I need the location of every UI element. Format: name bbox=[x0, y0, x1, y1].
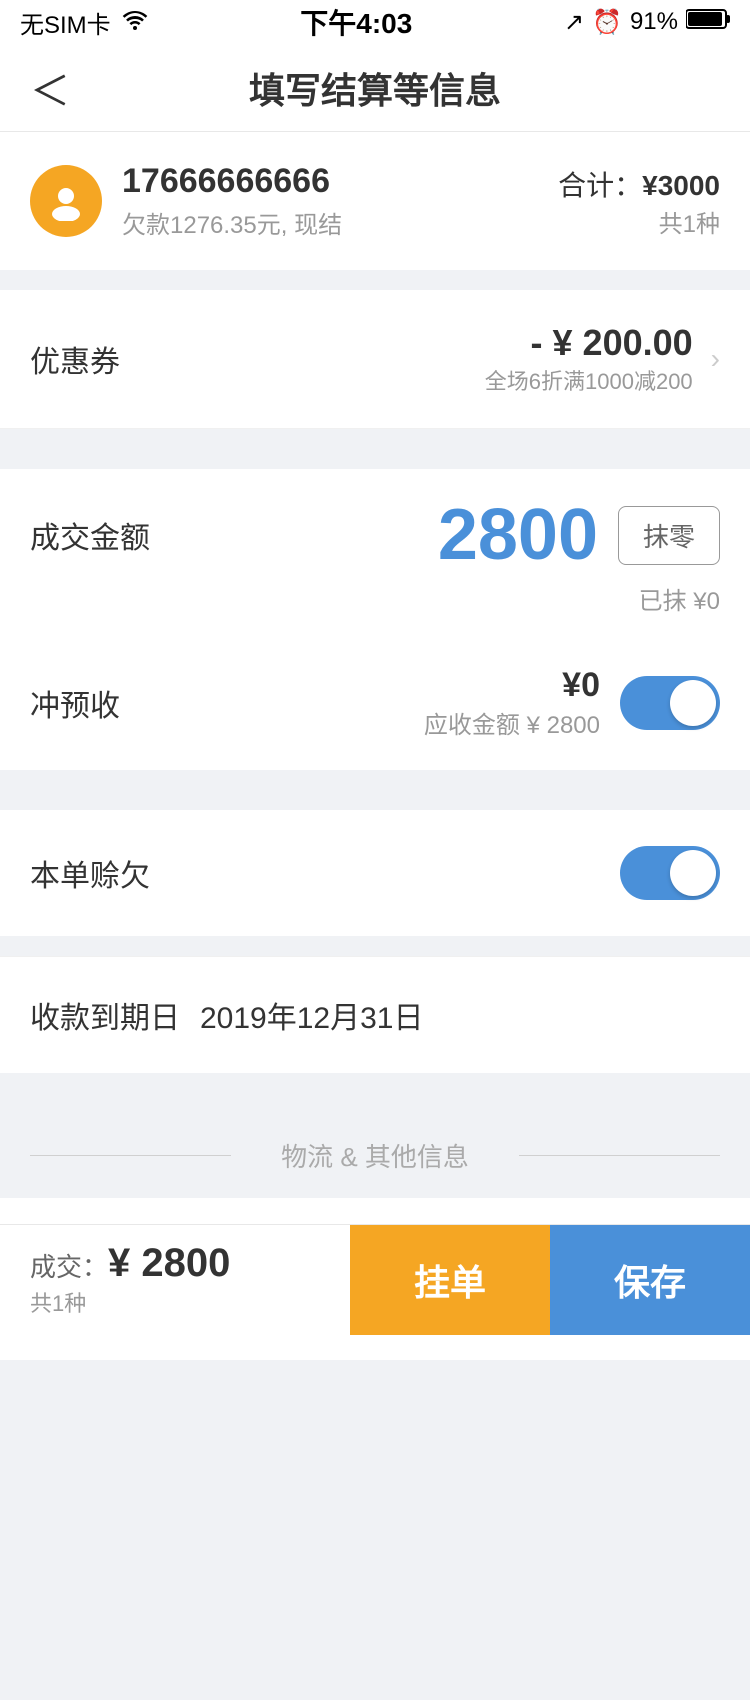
customer-total: 合计：¥3000 共1种 bbox=[558, 164, 720, 239]
page-title: 填写结算等信息 bbox=[249, 62, 501, 114]
toggle-knob-2 bbox=[670, 850, 716, 896]
separator-3 bbox=[0, 1093, 750, 1113]
logistics-divider: 物流 & 其他信息 bbox=[0, 1113, 750, 1198]
customer-left: 17666666666 欠款1276.35元, 现结 bbox=[30, 162, 342, 240]
coupon-row[interactable]: 优惠券 - ¥ 200.00 全场6折满1000减200 › bbox=[0, 290, 750, 429]
coupon-amount: - ¥ 200.00 bbox=[485, 322, 693, 364]
divider-line-left bbox=[30, 1155, 231, 1156]
credit-toggle[interactable] bbox=[620, 846, 720, 900]
location-icon: ↗ bbox=[564, 8, 584, 37]
prepaid-amount: ¥0 bbox=[424, 666, 600, 705]
status-bar: 无SIM卡 下午4:03 ↗ ⏰ 91% bbox=[0, 0, 750, 44]
bottom-deal-line: 成交：¥ 2800 bbox=[30, 1241, 320, 1286]
credit-label: 本单赊欠 bbox=[30, 851, 150, 895]
chevron-icon: › bbox=[711, 343, 720, 375]
status-time: 下午4:03 bbox=[300, 2, 412, 42]
total-amount: ¥3000 bbox=[642, 170, 720, 201]
back-button[interactable]: ＜ bbox=[30, 59, 70, 117]
bottom-count: 共1种 bbox=[30, 1286, 320, 1318]
divider-text: 物流 & 其他信息 bbox=[281, 1137, 469, 1174]
wifi-icon bbox=[121, 8, 149, 37]
separator-2 bbox=[0, 790, 750, 810]
alarm-icon: ⏰ bbox=[592, 8, 622, 37]
battery-icon bbox=[686, 8, 730, 37]
round-button[interactable]: 抹零 bbox=[618, 506, 720, 565]
customer-debt: 欠款1276.35元, 现结 bbox=[122, 205, 342, 240]
status-left: 无SIM卡 bbox=[20, 5, 149, 40]
prepaid-right: ¥0 应收金额 ¥ 2800 bbox=[424, 666, 720, 740]
prepaid-label: 冲预收 bbox=[30, 681, 120, 725]
deal-amount-row: 成交金额 2800 抹零 bbox=[30, 499, 720, 571]
prepaid-inner: 冲预收 ¥0 应收金额 ¥ 2800 bbox=[30, 666, 720, 740]
due-date-row: 收款到期日 2019年12月31日 bbox=[0, 956, 750, 1073]
total-label-wrap: 合计：¥3000 bbox=[558, 164, 720, 204]
deal-sub-label: 已抹 ¥0 bbox=[30, 581, 720, 616]
total-count: 共1种 bbox=[558, 204, 720, 239]
bottom-deal-label: 成交： bbox=[30, 1252, 108, 1282]
carrier-text: 无SIM卡 bbox=[20, 5, 111, 40]
coupon-desc: 全场6折满1000减200 bbox=[485, 364, 693, 396]
avatar bbox=[30, 165, 102, 237]
content-area: 17666666666 欠款1276.35元, 现结 合计：¥3000 共1种 … bbox=[0, 132, 750, 1700]
coupon-amount-wrap: - ¥ 200.00 全场6折满1000减200 bbox=[485, 322, 693, 396]
bottom-summary: 成交：¥ 2800 共1种 bbox=[0, 1241, 350, 1318]
due-date-label: 收款到期日 bbox=[30, 993, 180, 1037]
nav-bar: ＜ 填写结算等信息 bbox=[0, 44, 750, 132]
deal-amount-number[interactable]: 2800 bbox=[438, 499, 598, 571]
separator-1 bbox=[0, 449, 750, 469]
prepaid-section: 冲预收 ¥0 应收金额 ¥ 2800 bbox=[0, 646, 750, 770]
customer-row: 17666666666 欠款1276.35元, 现结 合计：¥3000 共1种 bbox=[0, 132, 750, 270]
prepaid-sub: 应收金额 ¥ 2800 bbox=[424, 705, 600, 740]
deal-amount-section: 成交金额 2800 抹零 已抹 ¥0 bbox=[0, 469, 750, 646]
coupon-section: 优惠券 - ¥ 200.00 全场6折满1000减200 › bbox=[0, 290, 750, 429]
credit-row: 本单赊欠 bbox=[0, 810, 750, 936]
customer-info: 17666666666 欠款1276.35元, 现结 bbox=[122, 162, 342, 240]
bottom-bar: 成交：¥ 2800 共1种 挂单 保存 bbox=[0, 1224, 750, 1334]
empty-space bbox=[0, 1380, 750, 1580]
deal-amount-wrap: 2800 抹零 bbox=[438, 499, 720, 571]
coupon-label: 优惠券 bbox=[30, 337, 120, 381]
prepaid-amount-wrap: ¥0 应收金额 ¥ 2800 bbox=[424, 666, 600, 740]
hold-button[interactable]: 挂单 bbox=[350, 1225, 550, 1335]
save-button[interactable]: 保存 bbox=[550, 1225, 750, 1335]
due-date-value: 2019年12月31日 bbox=[200, 993, 423, 1037]
total-label: 合计： bbox=[558, 170, 642, 201]
deal-amount-label: 成交金额 bbox=[30, 513, 150, 557]
customer-phone: 17666666666 bbox=[122, 162, 342, 201]
status-right: ↗ ⏰ 91% bbox=[564, 8, 730, 37]
toggle-knob bbox=[670, 680, 716, 726]
coupon-right: - ¥ 200.00 全场6折满1000减200 › bbox=[485, 322, 720, 396]
bottom-deal-amount: ¥ 2800 bbox=[108, 1241, 230, 1285]
prepaid-toggle[interactable] bbox=[620, 676, 720, 730]
battery-text: 91% bbox=[630, 8, 678, 36]
divider-line-right bbox=[519, 1155, 720, 1156]
